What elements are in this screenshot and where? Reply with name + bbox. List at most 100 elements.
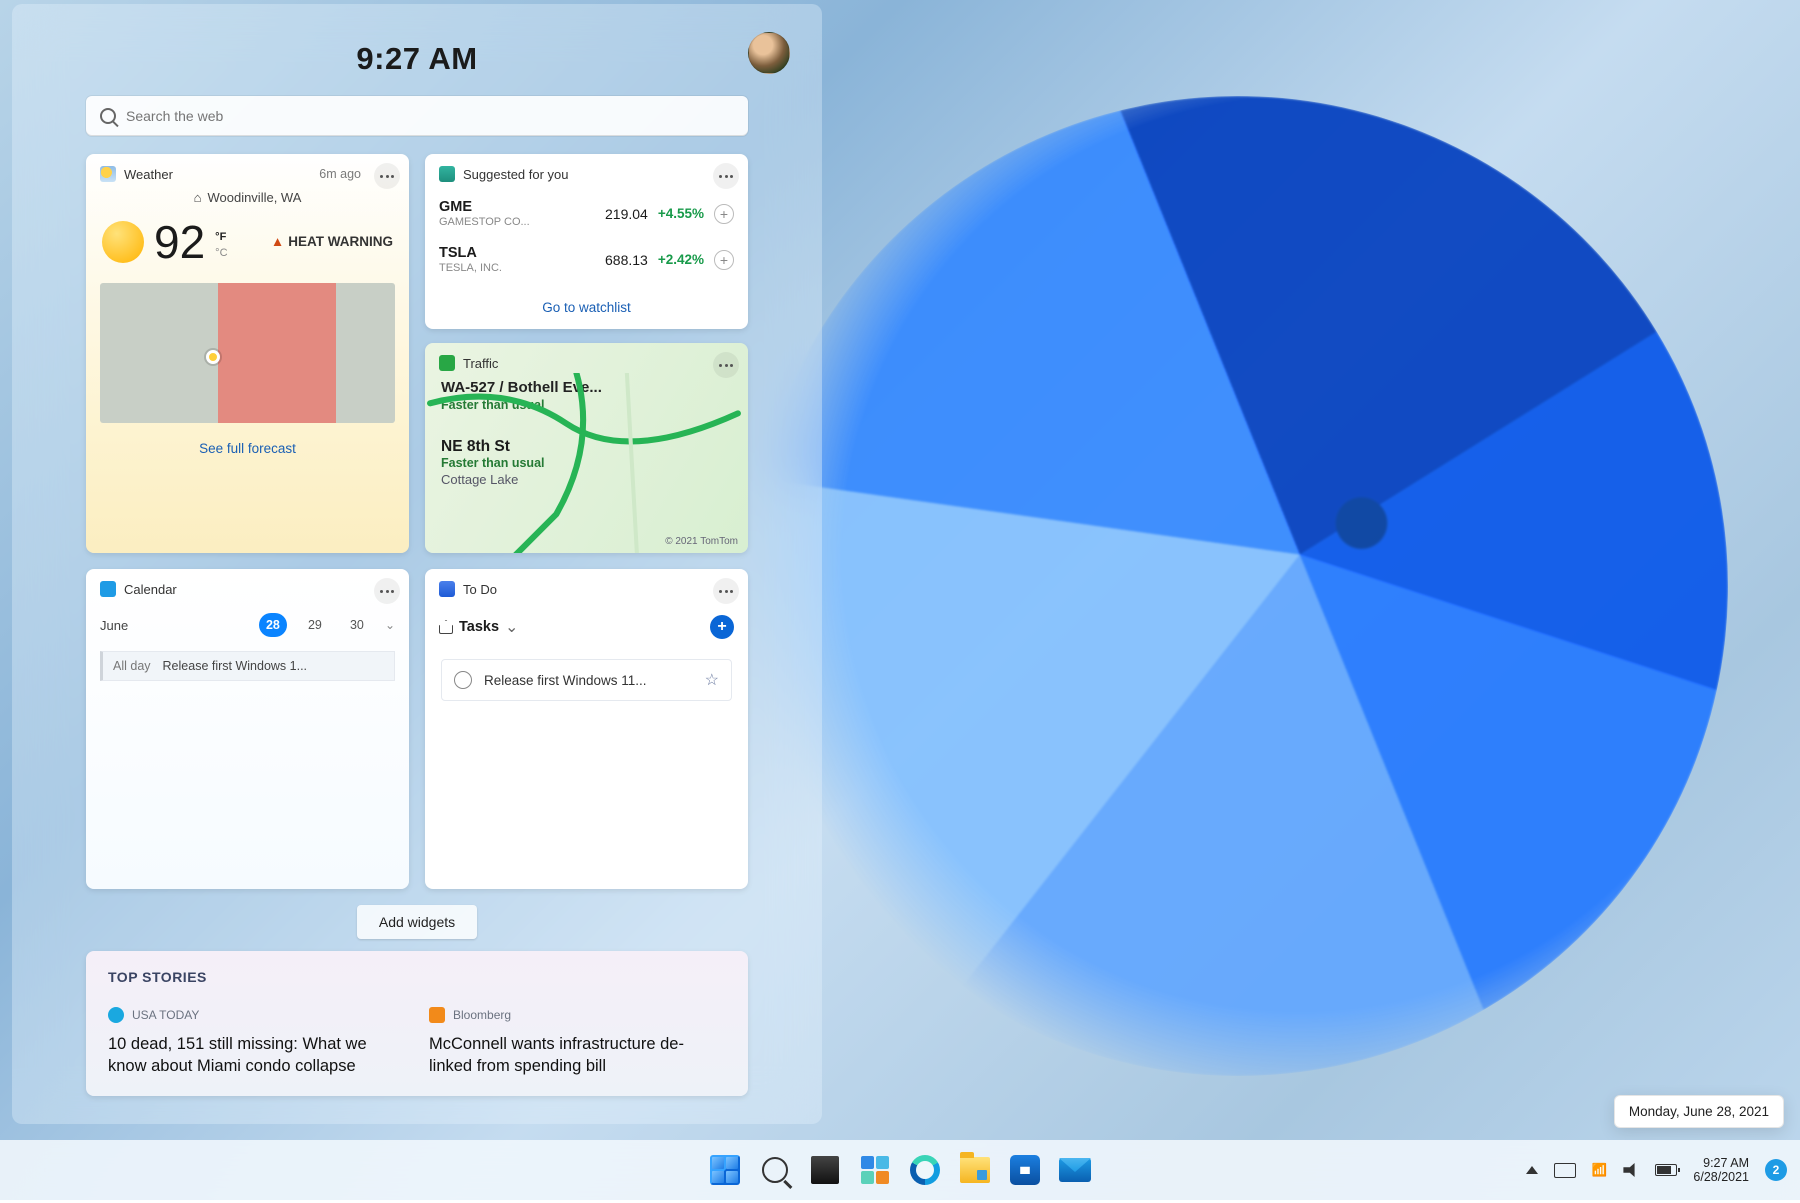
star-icon[interactable]: ☆ <box>705 670 719 690</box>
add-widgets-button[interactable]: Add widgets <box>357 905 477 939</box>
weather-warning: ▲HEAT WARNING <box>271 233 393 251</box>
edge-button[interactable] <box>906 1151 944 1189</box>
start-button[interactable] <box>706 1151 744 1189</box>
news-item[interactable]: Bloomberg McConnell wants infrastructure… <box>429 1007 726 1078</box>
unit-c[interactable]: °C <box>215 247 227 259</box>
notification-count: 2 <box>1765 1159 1787 1181</box>
traffic-icon <box>439 355 455 371</box>
stocks-title: Suggested for you <box>463 167 569 182</box>
wifi-icon: 📶 <box>1592 1163 1608 1177</box>
weather-map[interactable] <box>100 283 395 423</box>
todo-item[interactable]: Release first Windows 11... ☆ <box>441 659 732 701</box>
see-forecast-link[interactable]: See full forecast <box>86 431 409 466</box>
task-label: Release first Windows 11... <box>484 673 647 688</box>
stock-symbol: GME <box>439 199 595 215</box>
traffic-condition: Faster than usual <box>441 456 732 470</box>
wifi-button[interactable]: 📶 <box>1589 1159 1611 1182</box>
chevron-up-icon <box>1526 1166 1538 1174</box>
source-icon <box>108 1007 124 1023</box>
weather-widget[interactable]: Weather 6m ago ⌂ Woodinville, WA 92 °F °… <box>86 154 409 553</box>
weather-icon <box>100 166 116 182</box>
news-section-title: TOP STORIES <box>108 969 726 985</box>
news-headline: 10 dead, 151 still missing: What we know… <box>108 1033 405 1078</box>
todo-widget[interactable]: To Do Tasks ⌄ + Release first Windows 11… <box>425 569 748 889</box>
map-pin-icon <box>206 350 220 364</box>
file-explorer-button[interactable] <box>956 1151 994 1189</box>
tray-overflow-button[interactable] <box>1523 1162 1541 1178</box>
news-item[interactable]: USA TODAY 10 dead, 151 still missing: Wh… <box>108 1007 405 1078</box>
traffic-more-button[interactable] <box>713 352 739 378</box>
stock-price: 219.04 <box>605 206 648 222</box>
search-field[interactable] <box>126 108 734 124</box>
calendar-day[interactable]: 30 <box>343 613 371 637</box>
stocks-icon <box>439 166 455 182</box>
store-button[interactable] <box>1006 1151 1044 1189</box>
calendar-month: June <box>100 618 128 633</box>
sun-icon <box>102 221 144 263</box>
traffic-title: Traffic <box>463 356 498 371</box>
calendar-icon <box>100 581 116 597</box>
widgets-panel: 9:27 AM Weather 6m ago ⌂ Woodinville, WA… <box>12 4 822 1124</box>
volume-button[interactable] <box>1620 1159 1642 1181</box>
todo-section-label[interactable]: Tasks <box>459 619 499 635</box>
calendar-event[interactable]: All day Release first Windows 1... <box>100 651 395 681</box>
touch-keyboard-button[interactable] <box>1551 1159 1579 1182</box>
user-avatar[interactable] <box>748 32 790 74</box>
stock-row[interactable]: GME GAMESTOP CO... 219.04 +4.55% + <box>439 194 734 240</box>
add-stock-button[interactable]: + <box>714 204 734 224</box>
taskbar-clock[interactable]: 9:27 AM 6/28/2021 <box>1690 1152 1752 1189</box>
todo-more-button[interactable] <box>713 578 739 604</box>
stock-name: GAMESTOP CO... <box>439 216 595 228</box>
weather-more-button[interactable] <box>374 163 400 189</box>
home-icon: ⌂ <box>194 190 202 205</box>
calendar-more-button[interactable] <box>374 578 400 604</box>
widgets-button[interactable] <box>856 1151 894 1189</box>
traffic-route: WA-527 / Bothell Eve... <box>441 379 732 396</box>
traffic-cross-street: NE 8th St <box>441 438 732 456</box>
add-task-button[interactable]: + <box>710 615 734 639</box>
tray-date: 6/28/2021 <box>1693 1170 1749 1184</box>
home-icon <box>439 620 453 634</box>
news-headline: McConnell wants infrastructure de-linked… <box>429 1033 726 1078</box>
top-stories-widget[interactable]: TOP STORIES USA TODAY 10 dead, 151 still… <box>86 951 748 1096</box>
battery-button[interactable] <box>1652 1160 1680 1180</box>
stock-change: +4.55% <box>658 206 704 221</box>
unit-f[interactable]: °F <box>215 231 227 243</box>
battery-icon <box>1655 1164 1677 1176</box>
taskbar-search-button[interactable] <box>756 1151 794 1189</box>
weather-temp: 92 <box>154 215 205 269</box>
search-icon <box>100 108 116 124</box>
calendar-widget[interactable]: Calendar June 28 29 30 ⌄ All day Release… <box>86 569 409 889</box>
chevron-down-icon[interactable]: ⌄ <box>385 618 395 632</box>
keyboard-icon <box>1554 1163 1576 1178</box>
date-tooltip: Monday, June 28, 2021 <box>1614 1095 1784 1128</box>
speaker-icon <box>1623 1163 1639 1177</box>
watchlist-link[interactable]: Go to watchlist <box>425 290 748 329</box>
stock-row[interactable]: TSLA TESLA, INC. 688.13 +2.42% + <box>439 240 734 286</box>
source-icon <box>429 1007 445 1023</box>
taskbar: 📶 9:27 AM 6/28/2021 2 <box>0 1140 1800 1200</box>
task-view-button[interactable] <box>806 1151 844 1189</box>
stocks-more-button[interactable] <box>713 163 739 189</box>
stock-symbol: TSLA <box>439 245 595 261</box>
weather-location: ⌂ Woodinville, WA <box>86 190 409 205</box>
notifications-button[interactable]: 2 <box>1762 1155 1790 1185</box>
event-title: Release first Windows 1... <box>163 659 308 673</box>
weather-updated: 6m ago <box>319 167 361 181</box>
todo-icon <box>439 581 455 597</box>
event-time: All day <box>113 659 151 673</box>
calendar-day-selected[interactable]: 28 <box>259 613 287 637</box>
widgets-clock: 9:27 AM <box>356 41 477 77</box>
traffic-condition: Faster than usual <box>441 398 732 412</box>
tray-time: 9:27 AM <box>1693 1156 1749 1170</box>
task-checkbox[interactable] <box>454 671 472 689</box>
calendar-day[interactable]: 29 <box>301 613 329 637</box>
traffic-widget[interactable]: Traffic WA-527 / Bothell Eve... Faster t… <box>425 343 748 553</box>
stock-price: 688.13 <box>605 252 648 268</box>
todo-title: To Do <box>463 582 497 597</box>
stocks-widget[interactable]: Suggested for you GME GAMESTOP CO... 219… <box>425 154 748 329</box>
add-stock-button[interactable]: + <box>714 250 734 270</box>
mail-button[interactable] <box>1056 1151 1094 1189</box>
search-input[interactable] <box>86 96 748 136</box>
chevron-down-icon[interactable]: ⌄ <box>505 617 518 637</box>
